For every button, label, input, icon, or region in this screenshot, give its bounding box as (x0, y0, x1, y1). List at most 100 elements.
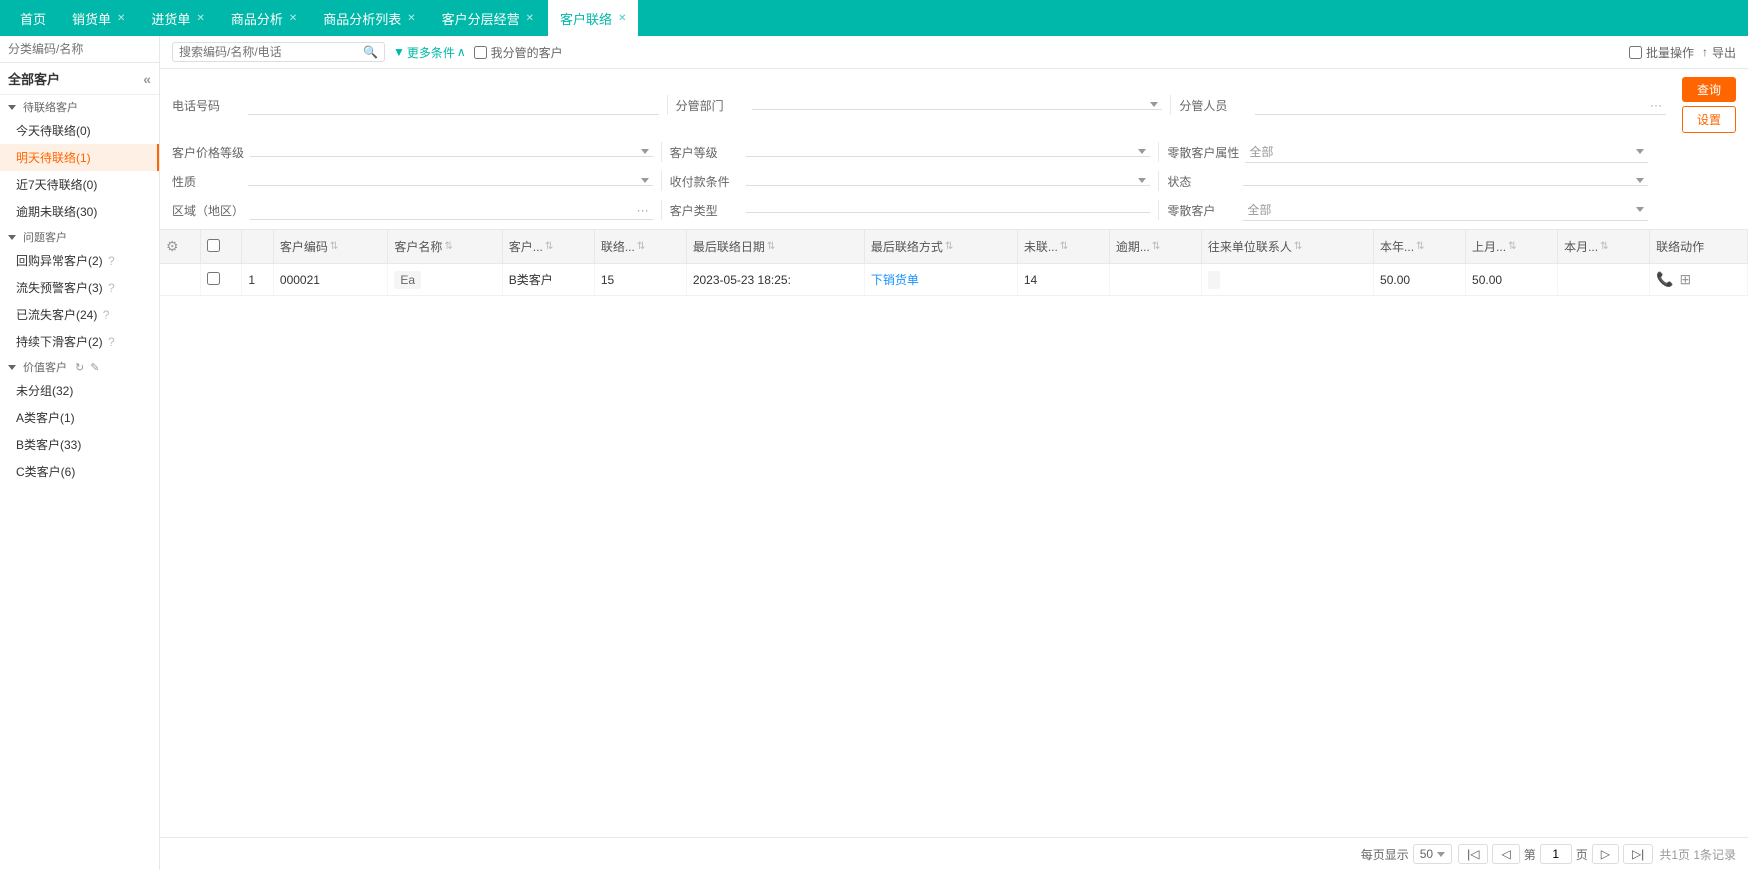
price-grade-select[interactable] (250, 147, 653, 157)
more-icon[interactable]: ··· (1650, 98, 1662, 112)
retail-customer-select[interactable]: 全部 (1243, 199, 1648, 221)
sidebar-item-today[interactable]: 今天待联络(0) (0, 117, 159, 144)
search-icon[interactable]: 🔍 (363, 45, 378, 59)
sort-icon[interactable]: ⇅ (330, 241, 338, 252)
cell-this-year: 50.00 (1374, 264, 1466, 296)
close-icon[interactable]: ✕ (618, 13, 626, 24)
nav-item-product-analysis-list[interactable]: 商品分析列表 ✕ (311, 0, 427, 36)
cell-this-month (1558, 264, 1650, 296)
sidebar-item-lost[interactable]: 流失预警客户(3) ? (0, 274, 159, 301)
page-input[interactable] (1540, 844, 1572, 864)
refresh-icon[interactable]: ↻ (75, 361, 84, 374)
cell-overdue (1109, 264, 1201, 296)
sidebar-item-repurchase[interactable]: 回购异常客户(2) ? (0, 247, 159, 274)
nav-item-purchase[interactable]: 进货单 ✕ (139, 0, 216, 36)
nav-item-product-analysis[interactable]: 商品分析 ✕ (219, 0, 309, 36)
edit-icon[interactable]: ✎ (90, 361, 99, 374)
my-customers-checkbox[interactable] (474, 46, 487, 59)
close-icon[interactable]: ✕ (196, 13, 204, 24)
chevron-down-icon (641, 178, 649, 183)
divider (1170, 95, 1171, 115)
next-page-btn[interactable]: ▷ (1592, 844, 1619, 864)
col-last-month: 上月...⇅ (1466, 230, 1558, 264)
my-customers-toggle[interactable]: 我分管的客户 (474, 44, 563, 61)
sort-icon[interactable]: ⇅ (1152, 241, 1160, 252)
col-uncontacted: 未联...⇅ (1017, 230, 1109, 264)
close-icon[interactable]: ✕ (289, 13, 297, 24)
nav-item-sales[interactable]: 销货单 ✕ (60, 0, 137, 36)
sort-icon[interactable]: ⇅ (1060, 241, 1068, 252)
customer-type-select[interactable] (746, 208, 1151, 213)
person-select[interactable]: ··· (1255, 96, 1666, 115)
sidebar-item-churned[interactable]: 已流失客户(24) ? (0, 301, 159, 328)
last-page-btn[interactable]: ▷| (1623, 844, 1653, 864)
retail-attr-select[interactable]: 全部 (1245, 141, 1648, 163)
chevron-down-icon (1150, 102, 1158, 107)
sort-icon[interactable]: ⇅ (444, 241, 452, 252)
nature-select[interactable] (248, 176, 653, 186)
query-button[interactable]: 查询 (1682, 77, 1736, 102)
sort-icon[interactable]: ⇅ (1508, 241, 1516, 252)
sort-icon[interactable]: ⇅ (945, 241, 953, 252)
sidebar-item-b-class[interactable]: B类客户(33) (0, 431, 159, 458)
divider (1158, 171, 1159, 191)
collapse-icon[interactable]: « (143, 71, 151, 87)
sidebar-item-a-class[interactable]: A类客户(1) (0, 404, 159, 431)
more-icon[interactable]: ··· (637, 203, 649, 217)
gear-icon[interactable]: ⚙ (166, 238, 179, 254)
cell-last-contact-method: 下销货单 (864, 264, 1017, 296)
nav-item-customer-segmentation[interactable]: 客户分层经营 ✕ (430, 0, 546, 36)
phone-action-icon[interactable]: 📞 (1656, 271, 1673, 288)
last-contact-link[interactable]: 下销货单 (871, 273, 919, 287)
close-icon[interactable]: ✕ (117, 13, 125, 24)
sort-icon[interactable]: ⇅ (1294, 241, 1302, 252)
sidebar-item-declining[interactable]: 持续下滑客户(2) ? (0, 328, 159, 355)
sort-icon[interactable]: ⇅ (545, 241, 553, 252)
batch-ops-checkbox[interactable] (1629, 46, 1642, 59)
sidebar-item-tomorrow[interactable]: 明天待联络(1) (0, 144, 159, 171)
status-select[interactable] (1243, 176, 1648, 186)
sort-icon[interactable]: ⇅ (1600, 241, 1608, 252)
sidebar-search-input[interactable] (8, 42, 160, 56)
expand-icon (8, 235, 16, 240)
table-row: 1 000021 Ea B类客户 15 2023-05-23 18:25: 下销… (160, 264, 1748, 296)
sidebar-item-week[interactable]: 近7天待联络(0) (0, 171, 159, 198)
reset-button[interactable]: 设置 (1682, 106, 1736, 133)
sidebar-item-c-class[interactable]: C类客户(6) (0, 458, 159, 485)
value-section-title: 价值客户 ↻ ✎ (0, 355, 159, 377)
batch-ops-btn[interactable]: 批量操作 (1629, 44, 1694, 61)
sort-icon[interactable]: ⇅ (637, 241, 645, 252)
close-icon[interactable]: ✕ (526, 13, 534, 24)
search-input[interactable] (179, 45, 359, 59)
close-icon[interactable]: ✕ (407, 13, 415, 24)
customer-grade-select[interactable] (746, 147, 1151, 157)
nav-item-customer-contact[interactable]: 客户联络 ✕ (548, 0, 638, 36)
page-nav: |◁ ◁ 第 页 ▷ ▷| (1458, 844, 1653, 864)
export-btn[interactable]: ↑ 导出 (1702, 44, 1736, 61)
dept-select[interactable] (752, 100, 1163, 110)
all-customers-header[interactable]: 全部客户 « (0, 63, 159, 95)
row-checkbox[interactable] (207, 272, 220, 285)
phone-input[interactable] (248, 96, 659, 115)
payment-select[interactable] (746, 176, 1151, 186)
problem-section-title: 问题客户 (0, 225, 159, 247)
sidebar-search-area: 🔍 (0, 36, 159, 63)
prev-page-btn[interactable]: ◁ (1492, 844, 1519, 864)
col-this-year: 本年...⇅ (1374, 230, 1466, 264)
select-all-checkbox[interactable] (207, 239, 220, 252)
first-page-btn[interactable]: |◁ (1458, 844, 1488, 864)
help-icon: ? (108, 281, 115, 295)
grid-action-icon[interactable]: ⊞ (1680, 271, 1692, 288)
search-input-wrap: 🔍 (172, 42, 385, 62)
page-size-select[interactable]: 50 (1413, 844, 1452, 864)
filter-status: 状态 (1167, 173, 1648, 190)
search-bar-right: 批量操作 ↑ 导出 (1629, 44, 1736, 61)
sort-icon[interactable]: ⇅ (767, 241, 775, 252)
region-select[interactable]: ··· (250, 201, 653, 220)
col-checkbox (200, 230, 242, 264)
sidebar-item-overdue-contact[interactable]: 逾期未联络(30) (0, 198, 159, 225)
nav-item-home[interactable]: 首页 (8, 0, 58, 36)
sidebar-item-ungrouped[interactable]: 未分组(32) (0, 377, 159, 404)
sort-icon[interactable]: ⇅ (1416, 241, 1424, 252)
more-conditions-btn[interactable]: ▼ 更多条件 ∧ (393, 44, 466, 61)
